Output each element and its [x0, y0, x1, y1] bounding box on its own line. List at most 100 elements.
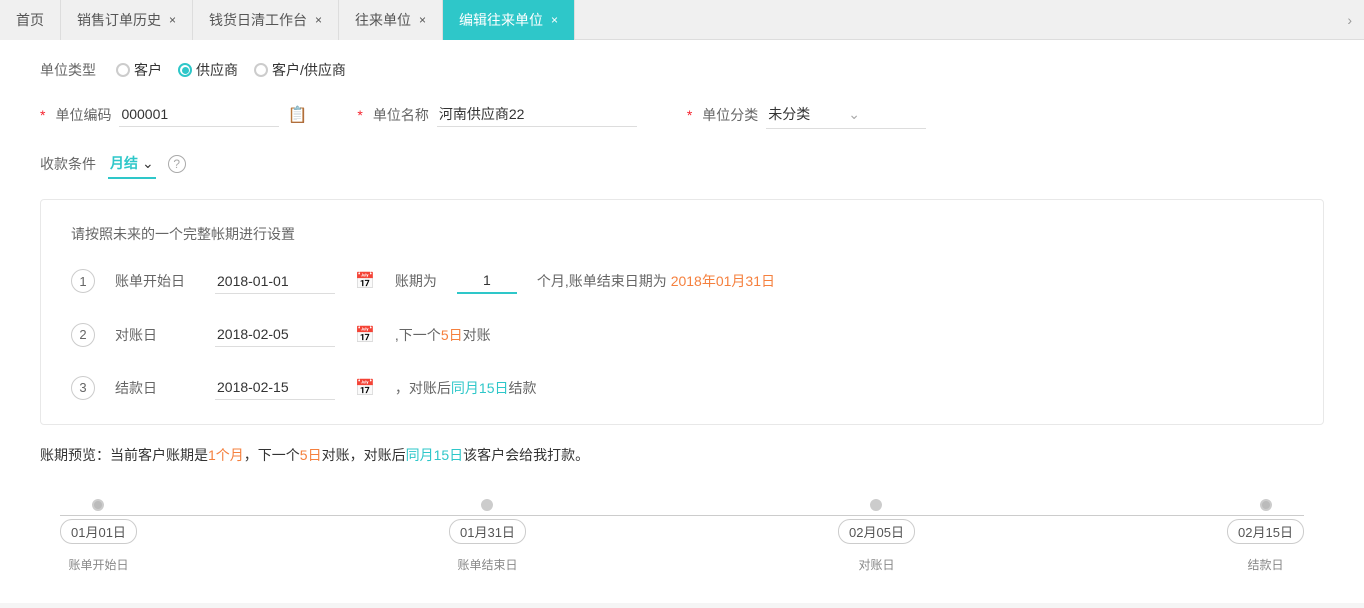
point-dot-0: [92, 499, 104, 511]
tab-partner[interactable]: 往来单位 ×: [339, 0, 443, 40]
payment-label: 收款条件: [40, 154, 96, 174]
tab-cash-work-close[interactable]: ×: [315, 13, 322, 27]
preview-suffix: 该客户会给我打款。: [463, 447, 589, 463]
preview-mid2: 对账，对账后: [322, 447, 406, 463]
unit-category-group: * 单位分类 未分类 ⌄: [687, 100, 926, 129]
step-1-num: 1: [71, 269, 95, 293]
settings-title: 请按照未来的一个完整帐期进行设置: [71, 224, 1293, 244]
payment-row: 收款条件 月结 ⌄ ?: [40, 149, 1324, 179]
unit-code-group: * 单位编码 📋: [40, 102, 307, 127]
unit-name-label: 单位名称: [373, 105, 429, 125]
point-badge-0: 01月01日: [60, 519, 137, 544]
radio-both-circle: [254, 63, 268, 77]
step-1-date-input[interactable]: [215, 269, 335, 294]
tab-cash-work[interactable]: 钱货日清工作台 ×: [193, 0, 339, 40]
preview-text: 账期预览：当前客户账期是1个月，下一个5日对账，对账后同月15日该客户会给我打款…: [40, 445, 1324, 465]
payment-select[interactable]: 月结 ⌄: [108, 149, 156, 179]
point-badge-1: 01月31日: [449, 519, 526, 544]
timeline-point-1: 01月31日 账单结束日: [449, 499, 526, 573]
point-dot-3: [1260, 499, 1272, 511]
radio-customer[interactable]: 客户: [116, 60, 162, 80]
point-dot-2: [870, 499, 882, 511]
settings-box: 请按照未来的一个完整帐期进行设置 1 账单开始日 📅 账期为 个月,账单结束日期…: [40, 199, 1324, 425]
point-badge-2: 02月05日: [838, 519, 915, 544]
radio-both-label: 客户/供应商: [272, 60, 346, 80]
timeline: 01月01日 账单开始日 01月31日 账单结束日 02月05日 对账日 02月…: [40, 489, 1324, 583]
unit-code-icon[interactable]: 📋: [287, 105, 307, 125]
help-icon[interactable]: ?: [168, 155, 186, 173]
step-1-mid-label: 账期为: [395, 271, 437, 291]
step-2-calendar-icon[interactable]: 📅: [355, 325, 375, 345]
payment-arrow-icon: ⌄: [142, 155, 154, 172]
tab-sales-order-label: 销售订单历史: [77, 10, 161, 30]
timeline-point-3: 02月15日 结款日: [1227, 499, 1304, 573]
point-label-3: 结款日: [1248, 556, 1284, 573]
unit-name-input[interactable]: [437, 102, 637, 127]
tab-partner-close[interactable]: ×: [419, 13, 426, 27]
tab-scroll-arrow[interactable]: ›: [1335, 12, 1364, 28]
point-label-1: 账单结束日: [457, 556, 517, 573]
unit-type-radio-group: 客户 供应商 客户/供应商: [116, 60, 346, 80]
step-1-label: 账单开始日: [115, 271, 195, 291]
step-1-row: 1 账单开始日 📅 账期为 个月,账单结束日期为 2018年01月31日: [71, 268, 1293, 294]
point-badge-3: 02月15日: [1227, 519, 1304, 544]
step-2-date-input[interactable]: [215, 322, 335, 347]
period-input[interactable]: [457, 268, 517, 294]
unit-code-star: *: [40, 107, 45, 123]
radio-supplier-circle: [178, 63, 192, 77]
timeline-points: 01月01日 账单开始日 01月31日 账单结束日 02月05日 对账日 02月…: [60, 499, 1304, 573]
step-2-label: 对账日: [115, 325, 195, 345]
step-2-row: 2 对账日 📅 ,下一个5日对账: [71, 322, 1293, 347]
timeline-point-0: 01月01日 账单开始日: [60, 499, 137, 573]
tab-sales-order-close[interactable]: ×: [169, 13, 176, 27]
step-3-desc: ，对账后同月15日结款: [395, 378, 537, 398]
tab-edit-partner[interactable]: 编辑往来单位 ×: [443, 0, 575, 40]
preview-p2: 5日: [300, 447, 322, 463]
unit-type-row: 单位类型 客户 供应商 客户/供应商: [40, 60, 1324, 80]
unit-type-label: 单位类型: [40, 60, 96, 80]
point-label-0: 账单开始日: [68, 556, 128, 573]
step-3-num: 3: [71, 376, 95, 400]
step-1-calendar-icon[interactable]: 📅: [355, 271, 375, 291]
preview-p1: 1个月: [208, 447, 244, 463]
unit-code-label: 单位编码: [55, 105, 111, 125]
step-3-label: 结款日: [115, 378, 195, 398]
unit-name-star: *: [357, 107, 362, 123]
unit-category-star: *: [687, 107, 692, 123]
point-dot-1: [481, 499, 493, 511]
unit-info-row: * 单位编码 📋 * 单位名称 * 单位分类 未分类 ⌄: [40, 100, 1324, 129]
radio-both[interactable]: 客户/供应商: [254, 60, 346, 80]
step-3-calendar-icon[interactable]: 📅: [355, 378, 375, 398]
point-label-2: 对账日: [858, 556, 894, 573]
radio-customer-label: 客户: [134, 60, 162, 80]
unit-category-label: 单位分类: [702, 105, 758, 125]
radio-supplier[interactable]: 供应商: [178, 60, 238, 80]
unit-category-arrow-icon: ⌄: [848, 106, 924, 123]
step-3-row: 3 结款日 📅 ，对账后同月15日结款: [71, 375, 1293, 400]
unit-name-group: * 单位名称: [357, 102, 636, 127]
tab-cash-work-label: 钱货日清工作台: [209, 10, 307, 30]
step-1-period-unit: 个月,账单结束日期为 2018年01月31日: [537, 271, 775, 291]
unit-category-select[interactable]: 未分类 ⌄: [766, 100, 926, 129]
timeline-point-2: 02月05日 对账日: [838, 499, 915, 573]
radio-customer-circle: [116, 63, 130, 77]
unit-category-value: 未分类: [768, 104, 844, 124]
step-2-desc: ,下一个5日对账: [395, 325, 491, 345]
main-content: 单位类型 客户 供应商 客户/供应商 * 单位编码 📋 *: [0, 40, 1364, 603]
tab-edit-partner-label: 编辑往来单位: [459, 10, 543, 30]
unit-code-input[interactable]: [119, 102, 279, 127]
preview-p3: 同月15日: [406, 447, 464, 463]
tab-home-label: 首页: [16, 10, 44, 30]
tab-edit-partner-close[interactable]: ×: [551, 13, 558, 27]
payment-value: 月结: [110, 153, 138, 173]
preview-mid1: ，下一个: [244, 447, 300, 463]
step-2-num: 2: [71, 323, 95, 347]
step-1-end-date: 2018年01月31日: [671, 273, 775, 289]
radio-supplier-label: 供应商: [196, 60, 238, 80]
preview-prefix: 账期预览：当前客户账期是: [40, 447, 208, 463]
step-3-date-input[interactable]: [215, 375, 335, 400]
tab-sales-order[interactable]: 销售订单历史 ×: [61, 0, 193, 40]
tab-home[interactable]: 首页: [0, 0, 61, 40]
timeline-container: 01月01日 账单开始日 01月31日 账单结束日 02月05日 对账日 02月…: [40, 499, 1324, 573]
tabs-bar: 首页 销售订单历史 × 钱货日清工作台 × 往来单位 × 编辑往来单位 × ›: [0, 0, 1364, 40]
